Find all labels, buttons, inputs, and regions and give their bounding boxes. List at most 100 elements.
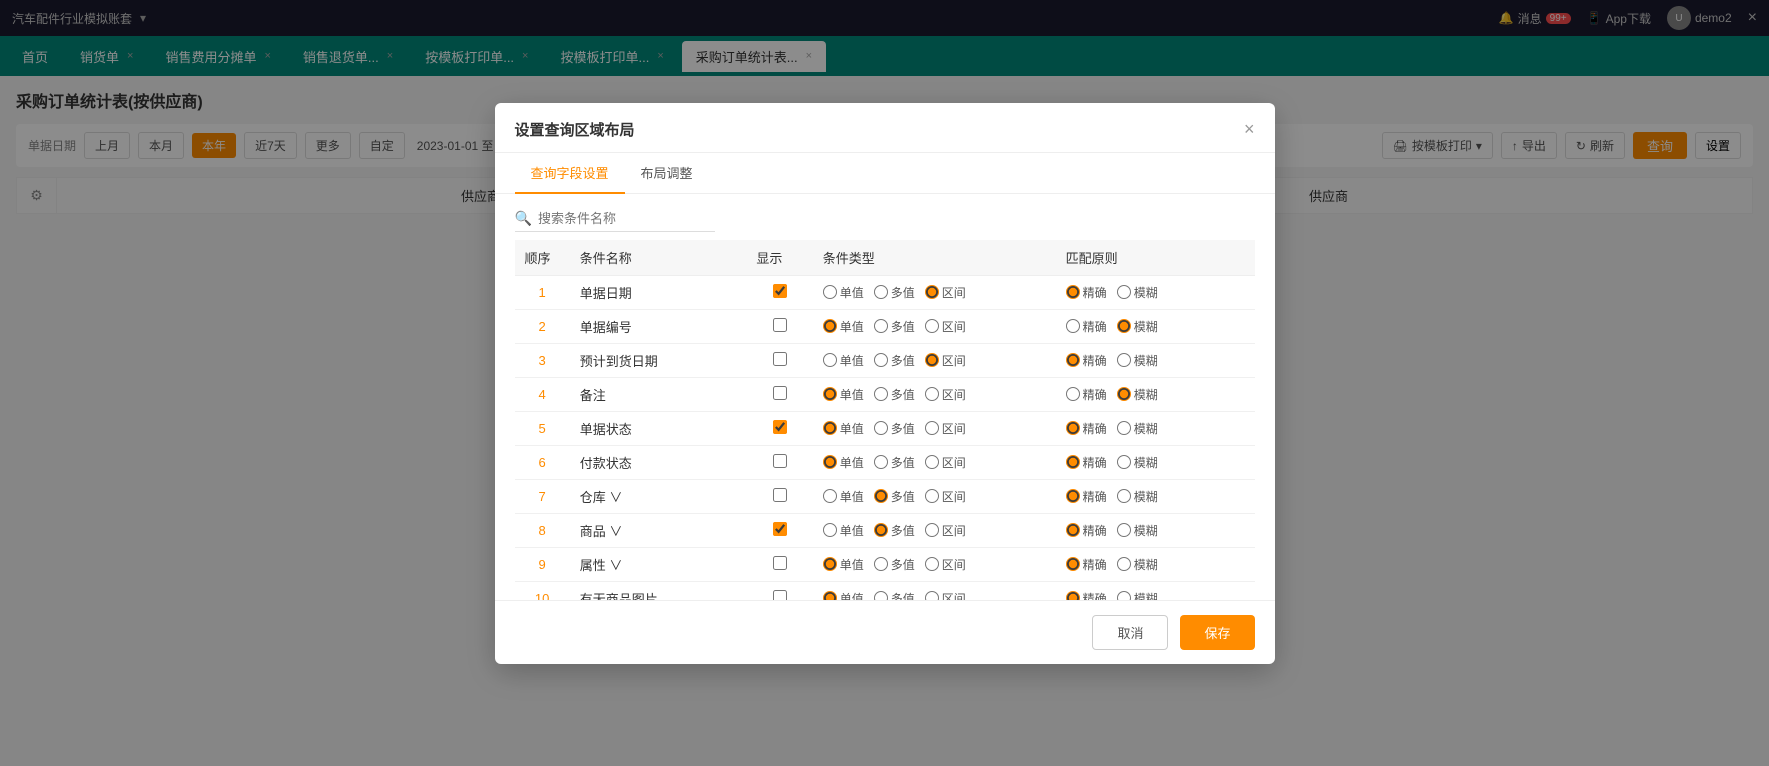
show-checkbox-8[interactable] <box>773 524 787 539</box>
show-checkbox-6[interactable] <box>773 456 787 471</box>
show-checkbox-input-5[interactable] <box>773 420 787 434</box>
type-radio-3-单值[interactable]: 单值 <box>823 352 864 369</box>
match-radio-input-10-精确[interactable] <box>1066 591 1080 600</box>
match-radio-input-9-模糊[interactable] <box>1117 557 1131 571</box>
type-radio-6-多值[interactable]: 多值 <box>874 454 915 471</box>
match-radio-input-2-模糊[interactable] <box>1117 319 1131 333</box>
show-checkbox-4[interactable] <box>773 388 787 403</box>
show-checkbox-input-3[interactable] <box>773 352 787 366</box>
cancel-btn[interactable]: 取消 <box>1092 615 1168 650</box>
type-radio-input-10-多值[interactable] <box>874 591 888 600</box>
type-radio-input-9-多值[interactable] <box>874 557 888 571</box>
match-radio-6-精确[interactable]: 精确 <box>1066 454 1107 471</box>
match-radio-input-2-精确[interactable] <box>1066 319 1080 333</box>
type-radio-input-6-多值[interactable] <box>874 455 888 469</box>
save-btn[interactable]: 保存 <box>1180 615 1254 650</box>
show-checkbox-1[interactable] <box>773 286 787 301</box>
type-radio-10-多值[interactable]: 多值 <box>874 590 915 600</box>
match-radio-2-模糊[interactable]: 模糊 <box>1117 318 1158 335</box>
type-radio-7-区间[interactable]: 区间 <box>925 488 966 505</box>
match-radio-3-模糊[interactable]: 模糊 <box>1117 352 1158 369</box>
type-radio-8-单值[interactable]: 单值 <box>823 522 864 539</box>
type-radio-input-5-区间[interactable] <box>925 421 939 435</box>
match-radio-6-模糊[interactable]: 模糊 <box>1117 454 1158 471</box>
match-radio-input-3-精确[interactable] <box>1066 353 1080 367</box>
type-radio-input-6-单值[interactable] <box>823 455 837 469</box>
type-radio-input-10-区间[interactable] <box>925 591 939 600</box>
type-radio-input-3-多值[interactable] <box>874 353 888 367</box>
match-radio-input-6-模糊[interactable] <box>1117 455 1131 469</box>
type-radio-4-单值[interactable]: 单值 <box>823 386 864 403</box>
match-radio-input-8-模糊[interactable] <box>1117 523 1131 537</box>
match-radio-input-6-精确[interactable] <box>1066 455 1080 469</box>
type-radio-1-多值[interactable]: 多值 <box>874 284 915 301</box>
dialog-tab-layout[interactable]: 布局调整 <box>625 153 709 194</box>
match-radio-3-精确[interactable]: 精确 <box>1066 352 1107 369</box>
type-radio-input-8-多值[interactable] <box>874 523 888 537</box>
match-radio-5-模糊[interactable]: 模糊 <box>1117 420 1158 437</box>
type-radio-3-区间[interactable]: 区间 <box>925 352 966 369</box>
show-checkbox-5[interactable] <box>773 422 787 437</box>
type-radio-input-10-单值[interactable] <box>823 591 837 600</box>
type-radio-2-区间[interactable]: 区间 <box>925 318 966 335</box>
show-checkbox-input-4[interactable] <box>773 386 787 400</box>
type-radio-4-多值[interactable]: 多值 <box>874 386 915 403</box>
show-checkbox-input-9[interactable] <box>773 556 787 570</box>
search-input[interactable] <box>538 211 698 226</box>
type-radio-input-1-区间[interactable] <box>925 285 939 299</box>
type-radio-input-7-区间[interactable] <box>925 489 939 503</box>
type-radio-9-单值[interactable]: 单值 <box>823 556 864 573</box>
type-radio-input-8-区间[interactable] <box>925 523 939 537</box>
type-radio-1-区间[interactable]: 区间 <box>925 284 966 301</box>
type-radio-10-单值[interactable]: 单值 <box>823 590 864 600</box>
match-radio-input-4-精确[interactable] <box>1066 387 1080 401</box>
type-radio-2-单值[interactable]: 单值 <box>823 318 864 335</box>
match-radio-input-7-精确[interactable] <box>1066 489 1080 503</box>
match-radio-9-模糊[interactable]: 模糊 <box>1117 556 1158 573</box>
match-radio-input-3-模糊[interactable] <box>1117 353 1131 367</box>
show-checkbox-input-7[interactable] <box>773 488 787 502</box>
type-radio-input-9-区间[interactable] <box>925 557 939 571</box>
type-radio-9-多值[interactable]: 多值 <box>874 556 915 573</box>
type-radio-input-8-单值[interactable] <box>823 523 837 537</box>
type-radio-4-区间[interactable]: 区间 <box>925 386 966 403</box>
match-radio-input-1-模糊[interactable] <box>1117 285 1131 299</box>
match-radio-input-5-精确[interactable] <box>1066 421 1080 435</box>
type-radio-2-多值[interactable]: 多值 <box>874 318 915 335</box>
type-radio-input-1-单值[interactable] <box>823 285 837 299</box>
type-radio-5-区间[interactable]: 区间 <box>925 420 966 437</box>
match-radio-input-4-模糊[interactable] <box>1117 387 1131 401</box>
show-checkbox-10[interactable] <box>773 592 787 600</box>
match-radio-7-模糊[interactable]: 模糊 <box>1117 488 1158 505</box>
show-checkbox-input-1[interactable] <box>773 284 787 298</box>
type-radio-input-4-单值[interactable] <box>823 387 837 401</box>
match-radio-5-精确[interactable]: 精确 <box>1066 420 1107 437</box>
type-radio-8-区间[interactable]: 区间 <box>925 522 966 539</box>
match-radio-input-7-模糊[interactable] <box>1117 489 1131 503</box>
match-radio-input-9-精确[interactable] <box>1066 557 1080 571</box>
match-radio-8-精确[interactable]: 精确 <box>1066 522 1107 539</box>
type-radio-input-5-单值[interactable] <box>823 421 837 435</box>
type-radio-5-多值[interactable]: 多值 <box>874 420 915 437</box>
match-radio-1-精确[interactable]: 精确 <box>1066 284 1107 301</box>
match-radio-input-10-模糊[interactable] <box>1117 591 1131 600</box>
type-radio-input-2-单值[interactable] <box>823 319 837 333</box>
show-checkbox-2[interactable] <box>773 320 787 335</box>
show-checkbox-input-2[interactable] <box>773 318 787 332</box>
match-radio-1-模糊[interactable]: 模糊 <box>1117 284 1158 301</box>
match-radio-9-精确[interactable]: 精确 <box>1066 556 1107 573</box>
type-radio-input-3-区间[interactable] <box>925 353 939 367</box>
type-radio-10-区间[interactable]: 区间 <box>925 590 966 600</box>
type-radio-input-7-单值[interactable] <box>823 489 837 503</box>
show-checkbox-input-6[interactable] <box>773 454 787 468</box>
dialog-close-btn[interactable]: × <box>1244 119 1255 140</box>
type-radio-input-1-多值[interactable] <box>874 285 888 299</box>
type-radio-9-区间[interactable]: 区间 <box>925 556 966 573</box>
match-radio-input-5-模糊[interactable] <box>1117 421 1131 435</box>
type-radio-6-单值[interactable]: 单值 <box>823 454 864 471</box>
dialog-tab-field-settings[interactable]: 查询字段设置 <box>515 153 625 194</box>
type-radio-3-多值[interactable]: 多值 <box>874 352 915 369</box>
type-radio-input-2-区间[interactable] <box>925 319 939 333</box>
type-radio-input-4-多值[interactable] <box>874 387 888 401</box>
type-radio-5-单值[interactable]: 单值 <box>823 420 864 437</box>
